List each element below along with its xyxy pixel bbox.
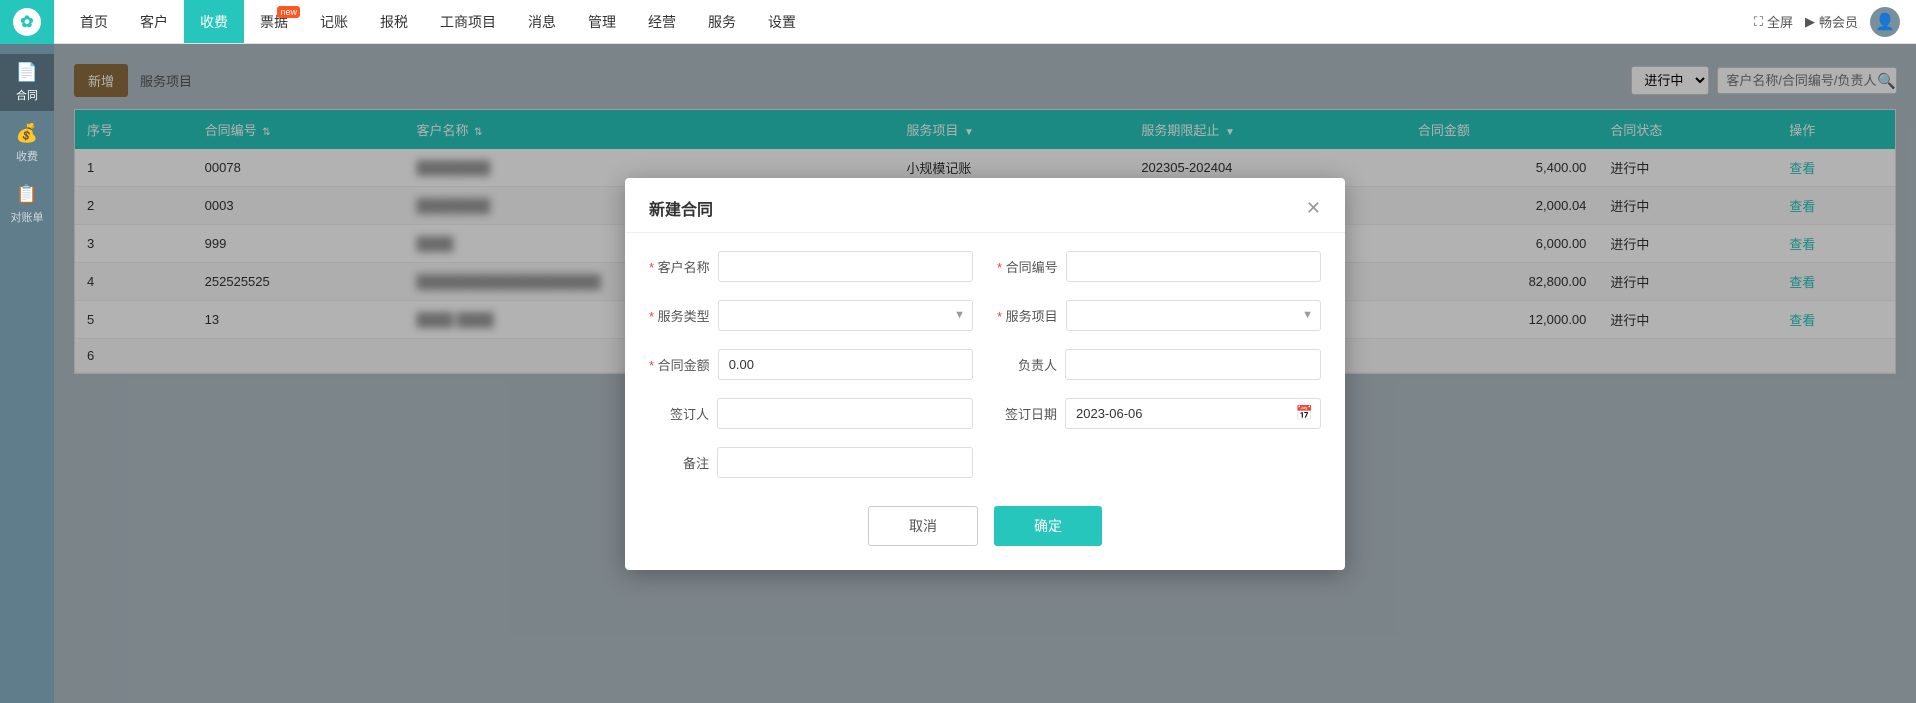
fullscreen-icon: ⛶ [1754,14,1763,30]
label-service-item: 服务项目 [997,306,1058,325]
modal-footer: 取消 确定 [625,506,1345,546]
nav-item-message[interactable]: 消息 [512,0,572,43]
new-badge: new [277,6,300,18]
sidebar-item-statement-label: 对账单 [11,209,44,225]
contract-icon: 📄 [16,62,38,83]
select-service-type[interactable] [718,300,973,331]
new-contract-modal: 新建合同 ✕ 客户名称 合同编号 [625,178,1345,570]
nav-item-manage[interactable]: 管理 [572,0,632,43]
nav-item-customer[interactable]: 客户 [124,0,184,43]
nav-item-service[interactable]: 服务 [692,0,752,43]
label-contract-amount: 合同金额 [649,355,710,374]
nav-item-fee[interactable]: 收费 [184,0,244,43]
nav-item-tax[interactable]: 报税 [364,0,424,43]
label-service-type: 服务类型 [649,306,710,325]
logo: ✿ [0,0,54,44]
sidebar-item-fee-label: 收费 [16,148,38,164]
field-customer-name: 客户名称 [649,251,973,282]
sidebar-item-contract-label: 合同 [16,87,38,103]
label-responsible: 负责人 [997,355,1057,374]
nav-item-home[interactable]: 首页 [64,0,124,43]
form-row-3: 合同金额 负责人 [649,349,1321,380]
nav-item-invoice[interactable]: 票据 new [244,0,304,43]
input-responsible[interactable] [1065,349,1321,380]
label-contract-code: 合同编号 [997,257,1058,276]
modal-overlay: 新建合同 ✕ 客户名称 合同编号 [54,44,1916,703]
nav-item-operation[interactable]: 经营 [632,0,692,43]
nav-item-business[interactable]: 工商项目 [424,0,512,43]
sidebar-item-statement[interactable]: 📋 对账单 [0,176,54,233]
input-signer[interactable] [717,398,973,429]
statement-icon: 📋 [16,184,38,205]
input-contract-amount[interactable] [718,349,973,380]
form-row-2: 服务类型 ▼ 服务项目 [649,300,1321,331]
field-remark: 备注 [649,447,973,478]
main-layout: 📄 合同 💰 收费 📋 对账单 新增 服务项目 进行中 已完成 已终止 🔍 [0,44,1916,703]
member-label: 畅会员 [1819,12,1858,31]
field-service-item: 服务项目 ▼ [997,300,1321,331]
field-contract-amount: 合同金额 [649,349,973,380]
sidebar-item-contract[interactable]: 📄 合同 [0,54,54,111]
field-signer: 签订人 [649,398,973,429]
nav-item-bookkeeping[interactable]: 记账 [304,0,364,43]
form-row-1: 客户名称 合同编号 [649,251,1321,282]
cancel-button[interactable]: 取消 [868,506,978,546]
input-remark[interactable] [717,447,973,478]
nav-items: 首页 客户 收费 票据 new 记账 报税 工商项目 消息 管理 经营 服务 设… [54,0,1754,43]
form-row-5: 备注 [649,447,1321,478]
field-contract-code: 合同编号 [997,251,1321,282]
sidebar: 📄 合同 💰 收费 📋 对账单 [0,44,54,703]
input-customer-name[interactable] [718,251,973,282]
fullscreen-label: 全屏 [1767,12,1793,31]
modal-title: 新建合同 [649,196,713,220]
user-avatar[interactable]: 👤 [1870,7,1900,37]
confirm-button[interactable]: 确定 [994,506,1102,546]
select-service-item[interactable] [1066,300,1321,331]
modal-close-button[interactable]: ✕ [1306,199,1321,217]
date-wrap-sign-date: 📅 [1065,398,1321,429]
field-sign-date: 签订日期 📅 [997,398,1321,429]
modal-header: 新建合同 ✕ [625,178,1345,233]
nav-right: ⛶ 全屏 ▶ 畅会员 👤 [1754,7,1916,37]
label-customer-name: 客户名称 [649,257,710,276]
member-button[interactable]: ▶ 畅会员 [1805,12,1858,31]
select-wrap-service-item: ▼ [1066,300,1321,331]
member-icon: ▶ [1805,14,1815,30]
select-wrap-service-type: ▼ [718,300,973,331]
fullscreen-button[interactable]: ⛶ 全屏 [1754,12,1793,31]
field-service-type: 服务类型 ▼ [649,300,973,331]
input-contract-code[interactable] [1066,251,1321,282]
logo-icon: ✿ [13,8,41,36]
sidebar-item-fee[interactable]: 💰 收费 [0,115,54,172]
label-sign-date: 签订日期 [997,404,1057,423]
modal-body: 客户名称 合同编号 服务类型 [625,251,1345,478]
calendar-icon[interactable]: 📅 [1296,405,1313,422]
label-signer: 签订人 [649,404,709,423]
form-row-4: 签订人 签订日期 📅 [649,398,1321,429]
nav-item-settings[interactable]: 设置 [752,0,812,43]
input-sign-date[interactable] [1065,398,1321,429]
top-nav: ✿ 首页 客户 收费 票据 new 记账 报税 工商项目 消息 管理 经营 服务… [0,0,1916,44]
field-responsible: 负责人 [997,349,1321,380]
content-area: 新增 服务项目 进行中 已完成 已终止 🔍 序号 合同编号 ⇅ 客户名 [54,44,1916,703]
fee-icon: 💰 [16,123,38,144]
label-remark: 备注 [649,453,709,472]
